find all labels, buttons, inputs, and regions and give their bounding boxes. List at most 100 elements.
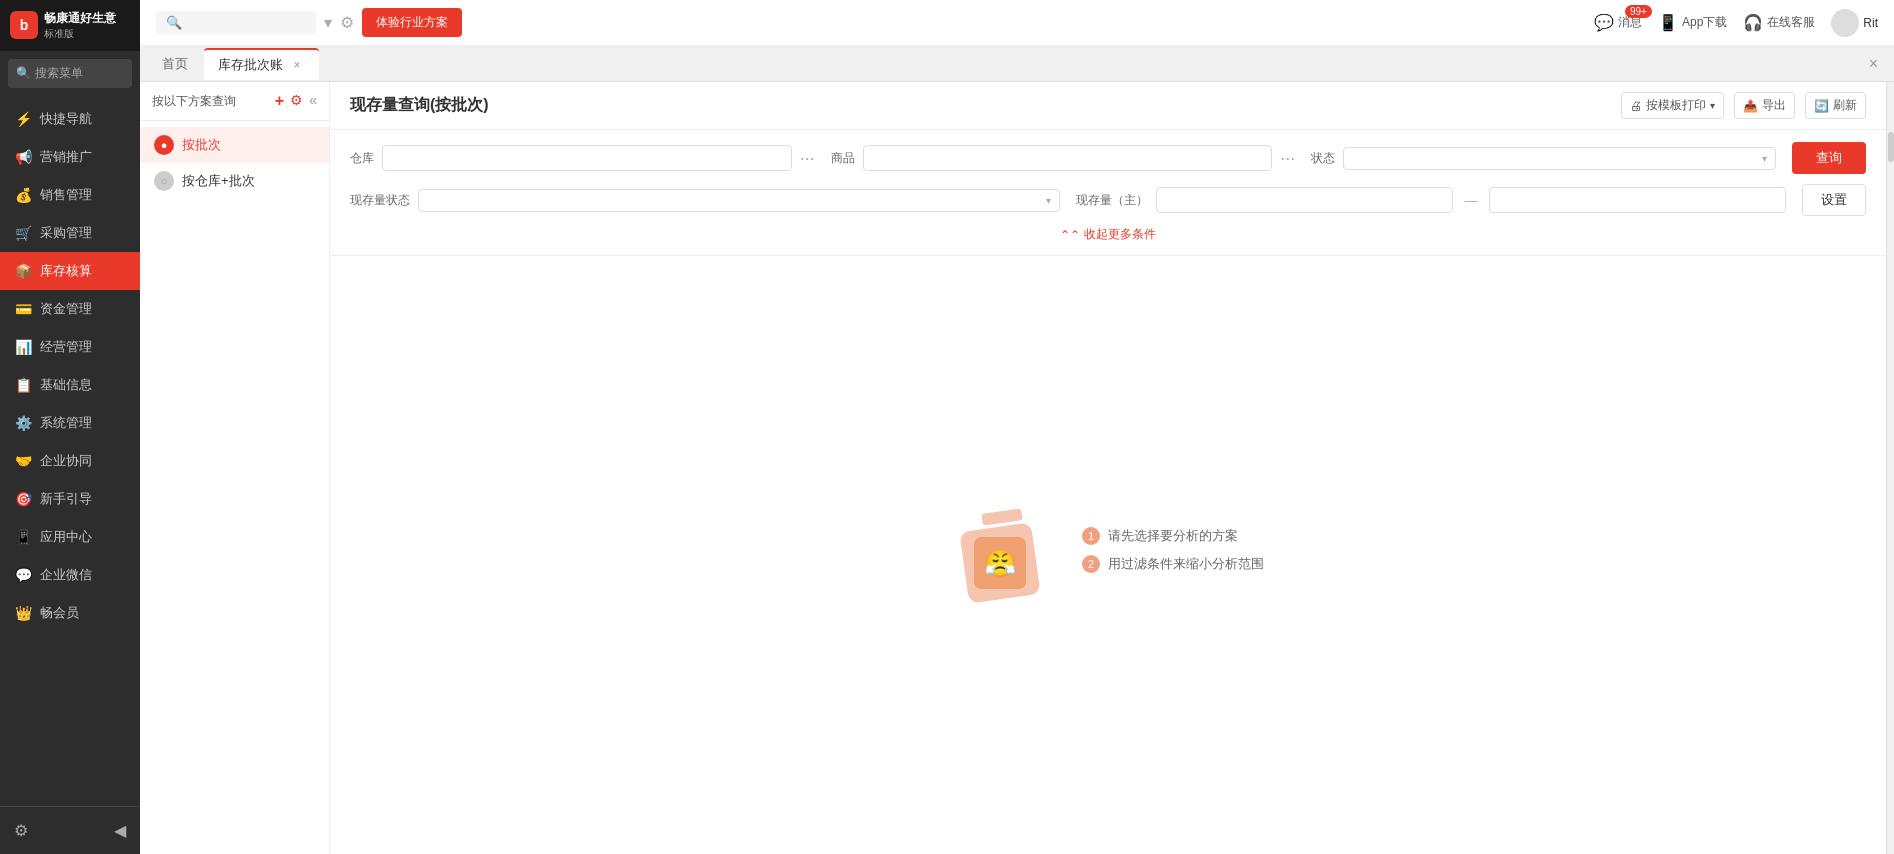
nav-label: 资金管理: [40, 300, 92, 318]
warehouse-more-btn[interactable]: ···: [800, 149, 815, 167]
product-more-btn[interactable]: ···: [1280, 149, 1295, 167]
filter-area: 仓库 ··· 商品 ··· 状态 ▾: [330, 130, 1886, 256]
topbar-dropdown-icon[interactable]: ▾: [324, 13, 332, 32]
messages-btn[interactable]: 💬 消息 99+: [1594, 13, 1642, 32]
stock-qty-from-input[interactable]: [1156, 187, 1453, 213]
stock-qty-to-input[interactable]: [1489, 187, 1786, 213]
product-filter-group: 商品 ···: [831, 145, 1296, 171]
settings-button[interactable]: 设置: [1802, 184, 1866, 216]
sidebar-item-marketing[interactable]: 📢 营销推广: [0, 138, 140, 176]
sidebar-item-member[interactable]: 👑 畅会员: [0, 594, 140, 632]
sidebar-item-operation[interactable]: 📊 经营管理: [0, 328, 140, 366]
right-scrollbar[interactable]: [1886, 82, 1894, 854]
online-service-btn[interactable]: 🎧 在线客服: [1743, 13, 1815, 32]
nav-label: 快捷导航: [40, 110, 92, 128]
status-select[interactable]: ▾: [1343, 147, 1776, 170]
nav-label: 企业协同: [40, 452, 92, 470]
plan-list: ● 按批次 ○ 按仓库+批次: [140, 121, 329, 205]
sidebar-item-inventory[interactable]: 📦 库存核算: [0, 252, 140, 290]
product-input[interactable]: [863, 145, 1273, 171]
top-search-box[interactable]: 🔍: [156, 11, 316, 34]
empty-state: 😤 1 请先选择要分析的方案 2 用过滤条件来缩小分析范围: [330, 256, 1886, 854]
stock-status-label: 现存量状态: [350, 192, 410, 209]
sidebar-item-finance[interactable]: 💳 资金管理: [0, 290, 140, 328]
enterprise-icon: 🤝: [14, 452, 32, 470]
phone-icon: 📱: [1658, 13, 1678, 32]
sidebar-header: b 畅康通好生意 标准版: [0, 0, 140, 51]
sidebar-item-purchase[interactable]: 🛒 采购管理: [0, 214, 140, 252]
plan-active-icon: ●: [154, 135, 174, 155]
sidebar-collapse-button[interactable]: ◀: [110, 817, 130, 844]
nav-label: 经营管理: [40, 338, 92, 356]
sidebar-item-quick-nav[interactable]: ⚡ 快捷导航: [0, 100, 140, 138]
stock-qty-filter-group: 现存量（主） —: [1076, 187, 1786, 213]
sidebar-item-apps[interactable]: 📱 应用中心: [0, 518, 140, 556]
top-search-input[interactable]: [188, 16, 306, 30]
collapse-panel-icon[interactable]: «: [309, 92, 317, 110]
sidebar-search[interactable]: 🔍 搜索菜单: [8, 59, 132, 88]
finance-icon: 💳: [14, 300, 32, 318]
sidebar: b 畅康通好生意 标准版 🔍 搜索菜单 ⚡ 快捷导航 📢 营销推广 💰 销售管理…: [0, 0, 140, 854]
sidebar-item-system[interactable]: ⚙️ 系统管理: [0, 404, 140, 442]
app-download-label: App下载: [1682, 14, 1727, 31]
hint-number-2: 2: [1082, 555, 1100, 573]
warehouse-input[interactable]: [382, 145, 792, 171]
sidebar-item-basic[interactable]: 📋 基础信息: [0, 366, 140, 404]
sidebar-item-wechat[interactable]: 💬 企业微信: [0, 556, 140, 594]
hint-item-1: 1 请先选择要分析的方案: [1082, 527, 1264, 545]
sidebar-item-enterprise[interactable]: 🤝 企业协同: [0, 442, 140, 480]
app-logo: b: [10, 11, 38, 39]
quick-nav-icon: ⚡: [14, 110, 32, 128]
close-panel-button[interactable]: ×: [1861, 55, 1886, 73]
stock-status-filter-group: 现存量状态 ▾: [350, 189, 1060, 212]
main-area: 🔍 ▾ ⚙ 体验行业方案 💬 消息 99+ 📱 App下载 🎧 在线客服: [140, 0, 1894, 854]
print-button[interactable]: 🖨 按模板打印 ▾: [1621, 92, 1724, 119]
member-icon: 👑: [14, 604, 32, 622]
right-content: 现存量查询(按批次) 🖨 按模板打印 ▾ 📤 导出 🔄 刷新: [330, 82, 1886, 854]
sidebar-nav: ⚡ 快捷导航 📢 营销推广 💰 销售管理 🛒 采购管理 📦 库存核算 💳 资金管…: [0, 96, 140, 806]
sales-icon: 💰: [14, 186, 32, 204]
headset-icon: 🎧: [1743, 13, 1763, 32]
operation-icon: 📊: [14, 338, 32, 356]
stock-status-dropdown-icon: ▾: [1046, 195, 1051, 206]
basic-icon: 📋: [14, 376, 32, 394]
query-button[interactable]: 查询: [1792, 142, 1866, 174]
plan-item-by-warehouse-batch[interactable]: ○ 按仓库+批次: [140, 163, 329, 199]
experience-btn[interactable]: 体验行业方案: [362, 8, 462, 37]
marketing-icon: 📢: [14, 148, 32, 166]
add-plan-icon[interactable]: +: [275, 92, 284, 110]
search-icon: 🔍: [16, 66, 31, 80]
collapse-filter-btn[interactable]: ⌃⌃ 收起更多条件: [1060, 226, 1156, 243]
filter-row-2: 现存量状态 ▾ 现存量（主） — 设置: [350, 184, 1866, 216]
plan-settings-icon[interactable]: ⚙: [290, 92, 303, 110]
refresh-icon: 🔄: [1814, 99, 1829, 113]
apps-icon: 📱: [14, 528, 32, 546]
left-panel-actions: + ⚙ «: [275, 92, 317, 110]
sidebar-item-sales[interactable]: 💰 销售管理: [0, 176, 140, 214]
top-search-icon: 🔍: [166, 15, 182, 30]
plan-inactive-icon: ○: [154, 171, 174, 191]
page-header: 现存量查询(按批次) 🖨 按模板打印 ▾ 📤 导出 🔄 刷新: [330, 82, 1886, 130]
nav-label: 系统管理: [40, 414, 92, 432]
tab-home[interactable]: 首页: [148, 48, 202, 80]
stock-qty-separator: —: [1461, 193, 1481, 208]
plan-label: 按批次: [182, 136, 221, 154]
messages-icon: 💬: [1594, 13, 1614, 32]
export-icon: 📤: [1743, 99, 1758, 113]
nav-label: 企业微信: [40, 566, 92, 584]
sidebar-item-guide[interactable]: 🎯 新手引导: [0, 480, 140, 518]
search-label: 搜索菜单: [35, 65, 83, 82]
stock-status-select[interactable]: ▾: [418, 189, 1060, 212]
user-menu-btn[interactable]: Rit: [1831, 9, 1878, 37]
refresh-button[interactable]: 🔄 刷新: [1805, 92, 1866, 119]
tab-inventory-batch[interactable]: 库存批次账 ×: [204, 48, 319, 80]
print-dropdown-icon[interactable]: ▾: [1710, 100, 1715, 111]
plan-item-by-batch[interactable]: ● 按批次: [140, 127, 329, 163]
app-download-btn[interactable]: 📱 App下载: [1658, 13, 1727, 32]
nav-label: 营销推广: [40, 148, 92, 166]
export-button[interactable]: 📤 导出: [1734, 92, 1795, 119]
sidebar-settings-button[interactable]: ⚙: [10, 817, 32, 844]
nav-label: 销售管理: [40, 186, 92, 204]
topbar-settings-icon[interactable]: ⚙: [340, 13, 354, 32]
tab-close-icon[interactable]: ×: [289, 57, 305, 73]
